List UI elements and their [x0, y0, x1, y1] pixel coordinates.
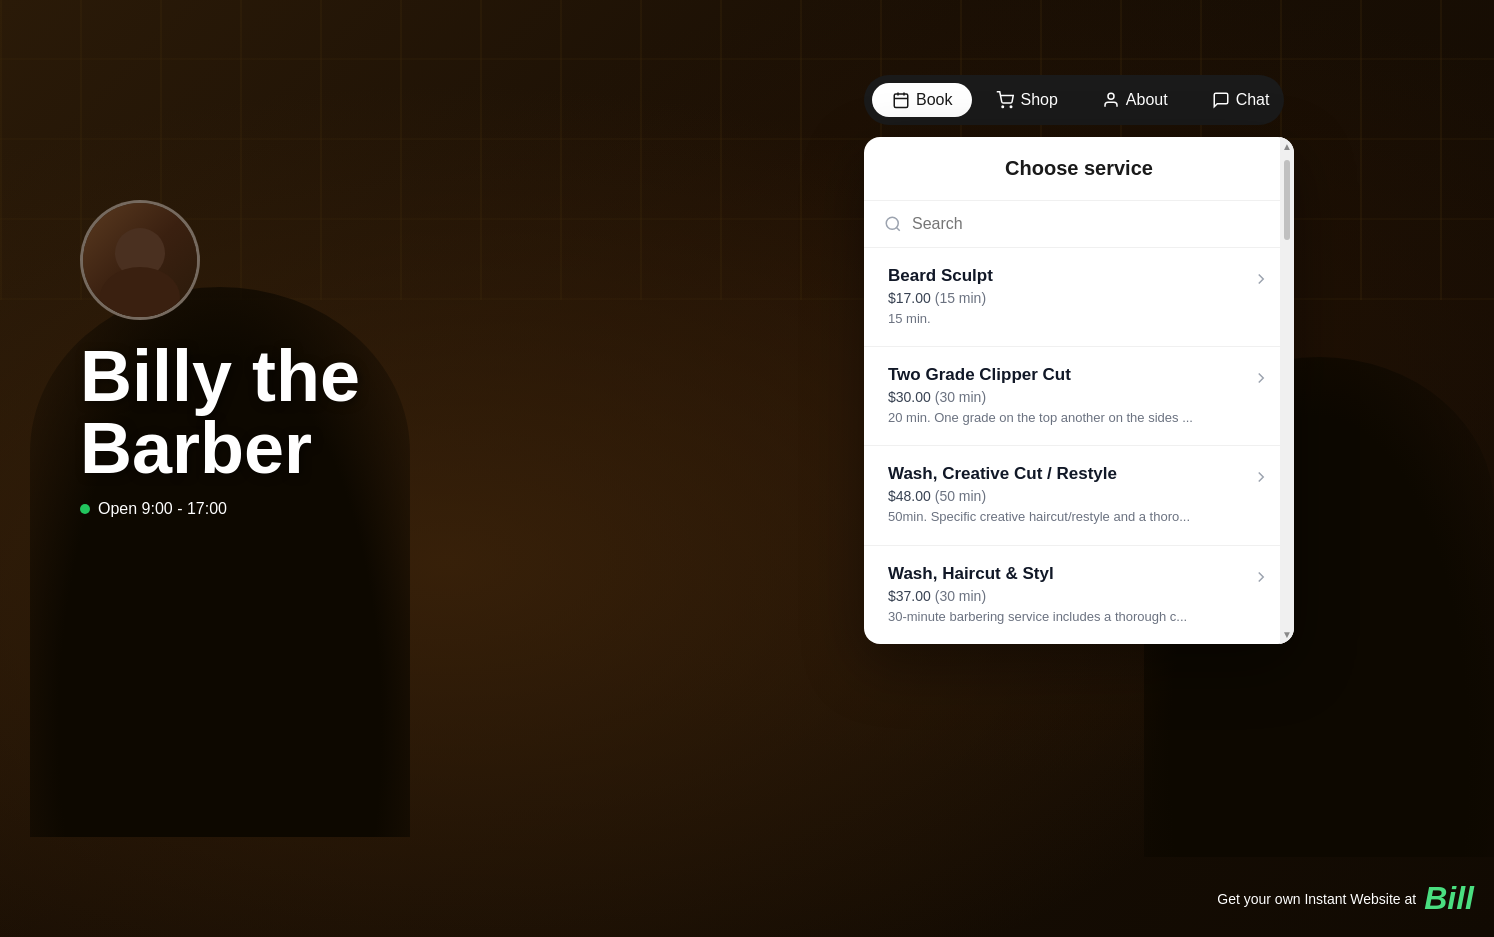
svg-point-6	[1108, 93, 1114, 99]
scrollbar-thumb	[1284, 160, 1290, 240]
svg-point-7	[886, 217, 898, 229]
service-description: 30-minute barbering service includes a t…	[888, 608, 1240, 626]
scrollbar-track: ▲ ▼	[1280, 137, 1294, 644]
search-input[interactable]	[912, 215, 1274, 233]
service-name: Beard Sculpt	[888, 266, 1240, 286]
tab-shop[interactable]: Shop	[976, 83, 1077, 117]
tab-book[interactable]: Book	[872, 83, 972, 117]
svg-rect-0	[894, 94, 908, 108]
service-price-time: $17.00 (15 min)	[888, 290, 1240, 306]
service-description: 15 min.	[888, 310, 1240, 328]
service-item-haircut-styl[interactable]: Wash, Haircut & Styl $37.00 (30 min) 30-…	[864, 546, 1294, 644]
service-name: Two Grade Clipper Cut	[888, 365, 1240, 385]
service-info: Two Grade Clipper Cut $30.00 (30 min) 20…	[888, 365, 1240, 427]
service-info: Wash, Haircut & Styl $37.00 (30 min) 30-…	[888, 564, 1240, 626]
shop-cart-icon	[996, 91, 1014, 109]
footer-brand: Get your own Instant Website at Bill	[1217, 880, 1474, 917]
service-item-clipper-cut[interactable]: Two Grade Clipper Cut $30.00 (30 min) 20…	[864, 347, 1294, 446]
chevron-right-icon	[1252, 568, 1270, 586]
calendar-icon	[892, 91, 910, 109]
chevron-right-icon	[1252, 369, 1270, 387]
service-name: Wash, Haircut & Styl	[888, 564, 1240, 584]
scroll-down-arrow[interactable]: ▼	[1282, 629, 1292, 640]
brand-logo: Bill	[1424, 880, 1474, 917]
open-status-badge: Open 9:00 - 17:00	[80, 500, 360, 518]
chat-bubble-icon	[1212, 91, 1230, 109]
svg-point-4	[1002, 106, 1004, 108]
avatar	[80, 200, 200, 320]
person-icon	[1102, 91, 1120, 109]
service-item-creative-cut[interactable]: Wash, Creative Cut / Restyle $48.00 (50 …	[864, 446, 1294, 545]
chevron-right-icon	[1252, 468, 1270, 486]
chevron-right-icon	[1252, 270, 1270, 288]
svg-point-5	[1011, 106, 1013, 108]
booking-panel: Book Shop About Chat ▲	[864, 75, 1294, 644]
footer-text: Get your own Instant Website at	[1217, 891, 1416, 907]
service-info: Wash, Creative Cut / Restyle $48.00 (50 …	[888, 464, 1240, 526]
service-description: 50min. Specific creative haircut/restyle…	[888, 508, 1240, 526]
service-info: Beard Sculpt $17.00 (15 min) 15 min.	[888, 266, 1240, 328]
tab-chat[interactable]: Chat	[1192, 83, 1290, 117]
services-list: Beard Sculpt $17.00 (15 min) 15 min. Two…	[864, 248, 1294, 644]
scroll-up-arrow[interactable]: ▲	[1282, 141, 1292, 152]
search-container[interactable]	[864, 201, 1294, 248]
avatar-image	[83, 203, 197, 317]
service-selection-panel: ▲ ▼ Choose service Beard Sculpt $17.00	[864, 137, 1294, 644]
status-text: Open 9:00 - 17:00	[98, 500, 227, 518]
search-icon	[884, 215, 902, 233]
service-description: 20 min. One grade on the top another on …	[888, 409, 1240, 427]
status-indicator-dot	[80, 504, 90, 514]
left-content-area: Billy the Barber Open 9:00 - 17:00	[80, 200, 360, 518]
service-item-beard-sculpt[interactable]: Beard Sculpt $17.00 (15 min) 15 min.	[864, 248, 1294, 347]
service-price-time: $48.00 (50 min)	[888, 488, 1240, 504]
navigation-bar: Book Shop About Chat	[864, 75, 1284, 125]
service-panel-title: Choose service	[864, 137, 1294, 201]
service-price-time: $30.00 (30 min)	[888, 389, 1240, 405]
service-name: Wash, Creative Cut / Restyle	[888, 464, 1240, 484]
tab-about[interactable]: About	[1082, 83, 1188, 117]
service-price-time: $37.00 (30 min)	[888, 588, 1240, 604]
barber-name: Billy the Barber	[80, 340, 360, 484]
